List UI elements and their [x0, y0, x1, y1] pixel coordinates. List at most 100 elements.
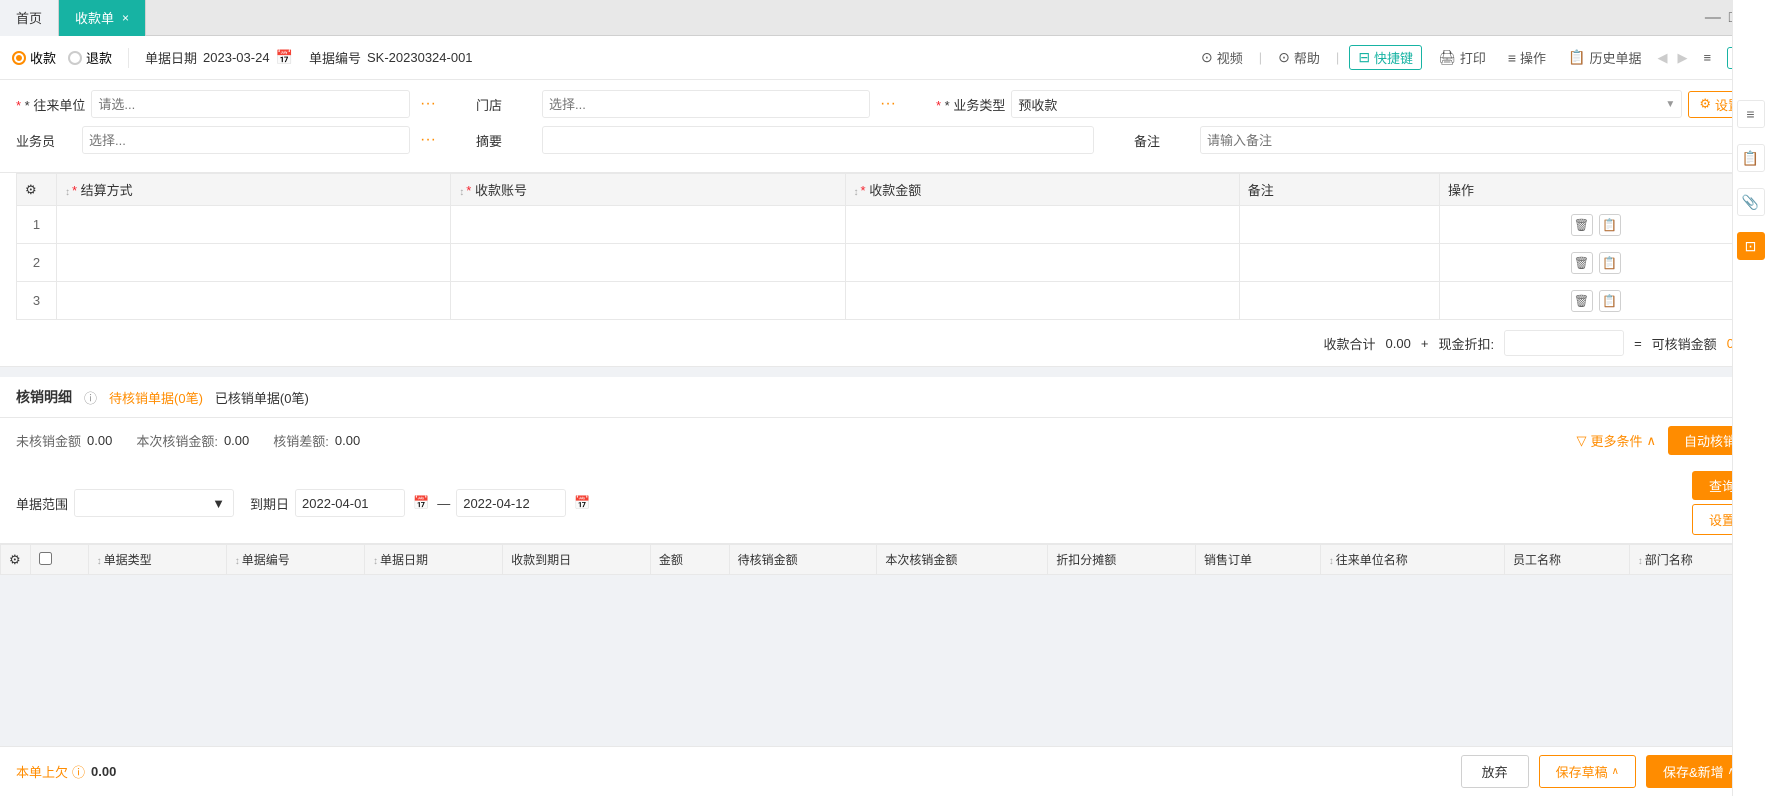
- business-type-value: 预收款: [1018, 95, 1661, 114]
- bill-order-value: 0.00: [91, 764, 116, 779]
- help-btn[interactable]: ⊙ 帮助: [1272, 46, 1326, 69]
- due-date-item: 到期日 📅 — 📅: [250, 489, 592, 517]
- form-section: * 往来单位 ··· 门店 ··· * 业务类型 预收款: [0, 80, 1768, 173]
- more-conditions-btn[interactable]: ▽ 更多条件 ∧: [1576, 431, 1656, 450]
- footer-right: 放弃 保存草稿 ∧ 保存&新增 ∧: [1461, 755, 1752, 788]
- plus-sign: +: [1421, 336, 1429, 351]
- op-icons-2: 🗑 📋: [1448, 252, 1743, 274]
- bill-order-info[interactable]: 本单上欠 ⓘ: [16, 762, 85, 781]
- th-due-date: 收款到期日: [503, 545, 651, 575]
- business-type-select[interactable]: 预收款 ▼: [1011, 90, 1682, 118]
- current-value: 0.00: [224, 433, 249, 448]
- more-conditions-label: 更多条件: [1590, 431, 1642, 450]
- copy-icon-1[interactable]: 📋: [1599, 214, 1621, 236]
- verification-info-icon[interactable]: ⓘ: [84, 388, 97, 407]
- help-label: 帮助: [1294, 48, 1320, 67]
- store-label: 门店: [476, 95, 536, 114]
- remark-cell-2[interactable]: [1239, 244, 1439, 282]
- form-row-2: 业务员 ··· 摘要 备注: [16, 126, 1752, 154]
- settlement-cell-3[interactable]: [57, 282, 451, 320]
- account-cell-1[interactable]: [451, 206, 845, 244]
- date-field: 单据日期 2023-03-24 📅: [145, 48, 293, 67]
- settlement-cell-2[interactable]: [57, 244, 451, 282]
- current-stat: 本次核销金额: 0.00: [136, 431, 249, 450]
- amount-cell-2[interactable]: [845, 244, 1239, 282]
- toolbar-right: ⊙ 视频 | ⊙ 帮助 | ⊟ 快捷键 🖨 打印: [1195, 45, 1756, 70]
- history-btn[interactable]: 📋 历史单据: [1562, 46, 1647, 69]
- draft-btn[interactable]: 保存草稿 ∧: [1539, 755, 1636, 788]
- settlement-cell-1[interactable]: [57, 206, 451, 244]
- store-more-btn[interactable]: ···: [880, 95, 896, 113]
- discount-label: 现金折扣:: [1438, 334, 1494, 353]
- row-num-3: 3: [17, 282, 57, 320]
- op-cell-2: 🗑 📋: [1440, 244, 1752, 282]
- print-btn[interactable]: 🖨 打印: [1432, 46, 1492, 69]
- th-gear[interactable]: ⚙: [17, 174, 57, 206]
- counterpart-label: * 往来单位: [16, 95, 85, 114]
- table-row: 2 🗑 📋: [17, 244, 1752, 282]
- bill-no-field: 单据编号 SK-20230324-001: [309, 48, 473, 67]
- panel-icon-3[interactable]: 📎: [1737, 188, 1765, 216]
- abstract-input[interactable]: [542, 126, 1094, 154]
- account-cell-3[interactable]: [451, 282, 845, 320]
- date-label: 单据日期: [145, 48, 197, 67]
- delete-icon-3[interactable]: 🗑: [1571, 290, 1593, 312]
- amount-cell-3[interactable]: [845, 282, 1239, 320]
- store-field: 门店 ···: [476, 90, 896, 118]
- salesperson-input[interactable]: [82, 126, 410, 154]
- tab-home[interactable]: 首页: [0, 0, 59, 36]
- bill-order-info-icon: ⓘ: [72, 762, 85, 781]
- abandon-btn[interactable]: 放弃: [1461, 755, 1529, 788]
- layout-btn1[interactable]: ≡: [1698, 48, 1718, 67]
- tab-collection[interactable]: 收款单 ×: [59, 0, 146, 36]
- tab-close-icon[interactable]: ×: [122, 11, 129, 25]
- copy-icon-3[interactable]: 📋: [1599, 290, 1621, 312]
- panel-icon-4[interactable]: ⊡: [1737, 232, 1765, 260]
- done-tab[interactable]: 已核销单据(0笔): [215, 388, 309, 407]
- th-bill-date: ↕单据日期: [364, 545, 502, 575]
- account-cell-2[interactable]: [451, 244, 845, 282]
- radio-receipt[interactable]: 收款: [12, 48, 56, 67]
- th-discount: 折扣分摊额: [1048, 545, 1196, 575]
- delete-icon-1[interactable]: 🗑: [1571, 214, 1593, 236]
- delete-icon-2[interactable]: 🗑: [1571, 252, 1593, 274]
- amount-cell-1[interactable]: [845, 206, 1239, 244]
- radio-group: 收款 退款: [12, 48, 112, 67]
- op-icons-3: 🗑 📋: [1448, 290, 1743, 312]
- shortcut-btn[interactable]: ⊟ 快捷键: [1349, 45, 1422, 70]
- remark-cell-3[interactable]: [1239, 282, 1439, 320]
- select-all-checkbox[interactable]: [39, 552, 52, 565]
- save-btn-label: 保存&新增: [1663, 762, 1724, 781]
- video-btn[interactable]: ⊙ 视频: [1195, 46, 1249, 69]
- calendar-icon[interactable]: 📅: [276, 49, 293, 66]
- salesperson-more-btn[interactable]: ···: [420, 131, 436, 149]
- total-label: 收款合计: [1324, 334, 1376, 353]
- remark-cell-1[interactable]: [1239, 206, 1439, 244]
- th-counterpart-name: ↕往来单位名称: [1320, 545, 1504, 575]
- minimize-btn[interactable]: —: [1705, 9, 1721, 27]
- due-date-label: 到期日: [250, 494, 289, 513]
- counterpart-more-btn[interactable]: ···: [420, 95, 436, 113]
- video-icon: ⊙: [1201, 49, 1213, 66]
- copy-icon-2[interactable]: 📋: [1599, 252, 1621, 274]
- verification-header: 核销明细 ⓘ 待核销单据(0笔) 已核销单据(0笔): [0, 377, 1768, 418]
- discount-input[interactable]: [1504, 330, 1624, 356]
- panel-icon-2[interactable]: 📋: [1737, 144, 1765, 172]
- calendar-to-icon[interactable]: 📅: [574, 495, 590, 511]
- remark-input[interactable]: [1200, 126, 1752, 154]
- gear-icon-bottom[interactable]: ⚙: [9, 552, 21, 567]
- due-date-to[interactable]: [456, 489, 566, 517]
- due-date-from[interactable]: [295, 489, 405, 517]
- radio-refund[interactable]: 退款: [68, 48, 112, 67]
- abstract-field: 摘要: [476, 126, 1094, 154]
- bill-range-select[interactable]: ▼: [74, 489, 234, 517]
- panel-icon-1[interactable]: ≡: [1737, 100, 1765, 128]
- data-table-section: ⚙ ↕结算方式 ↕收款账号 ↕收款金额 备注 操作 1: [0, 173, 1768, 320]
- operations-btn[interactable]: ≡ 操作: [1502, 46, 1552, 69]
- diff-value: 0.00: [335, 433, 360, 448]
- th-bill-type: ↕单据类型: [88, 545, 226, 575]
- calendar-from-icon[interactable]: 📅: [413, 495, 429, 511]
- counterpart-input[interactable]: [91, 90, 410, 118]
- pending-tab[interactable]: 待核销单据(0笔): [109, 388, 203, 407]
- store-input[interactable]: [542, 90, 870, 118]
